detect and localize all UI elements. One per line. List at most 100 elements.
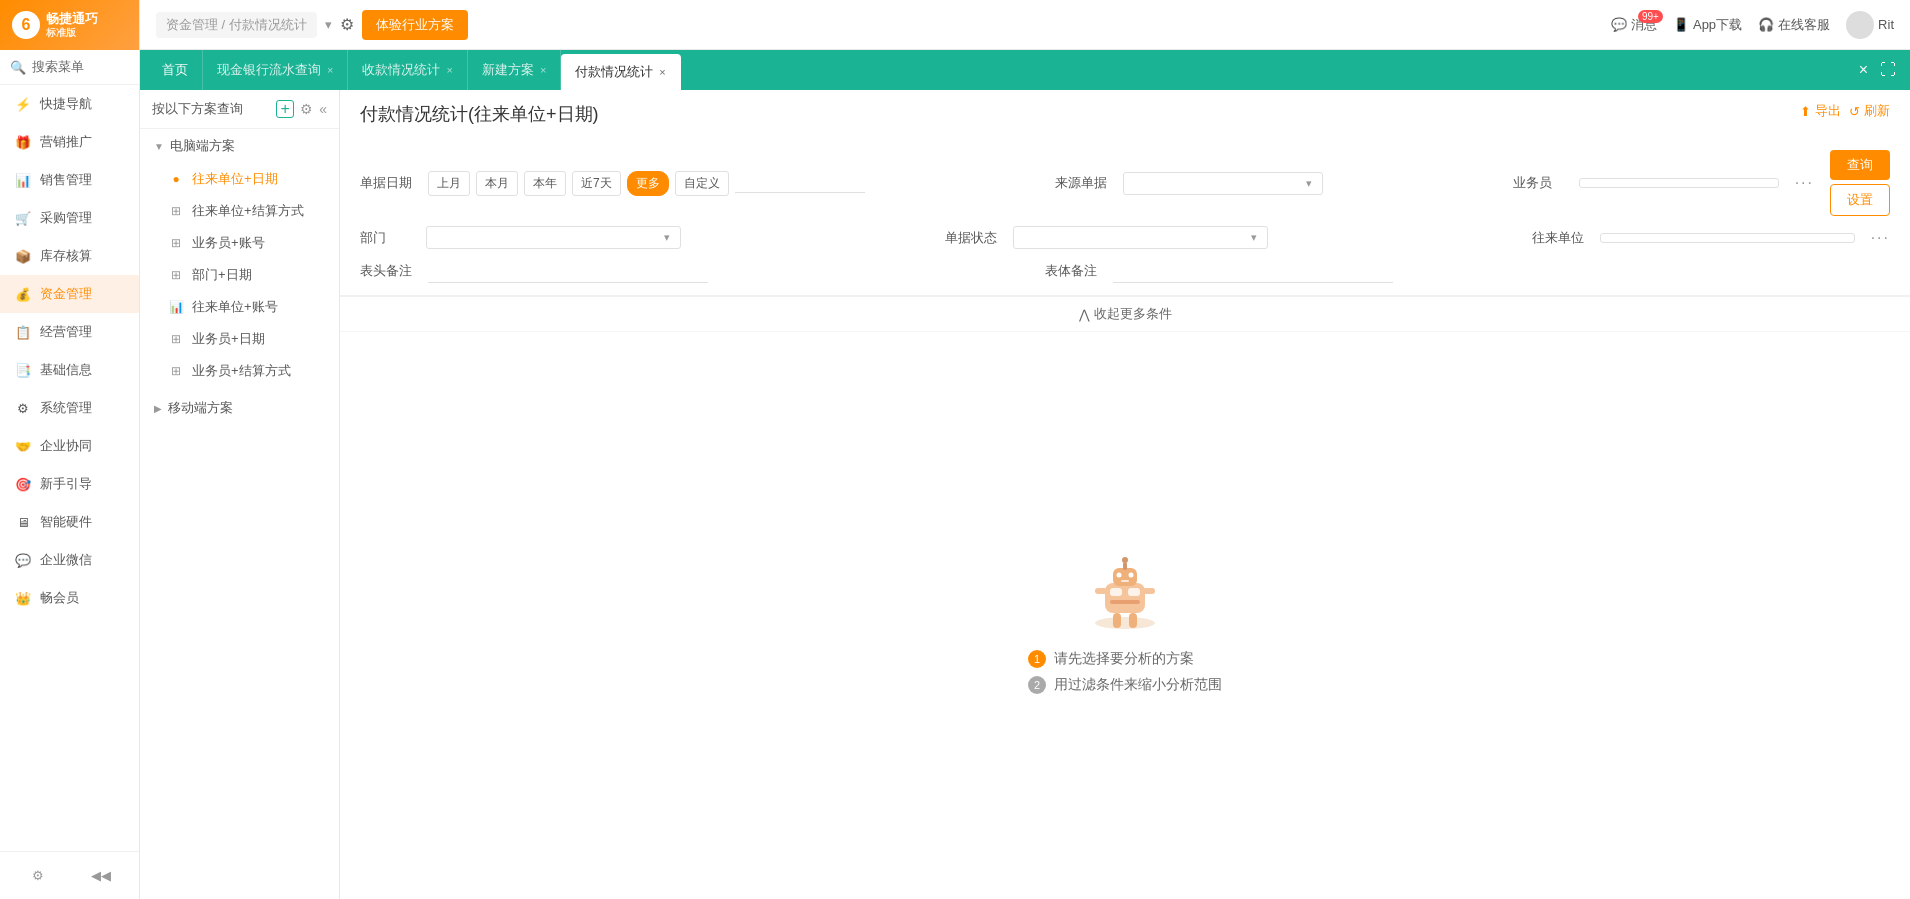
svg-rect-9 [1123, 562, 1127, 570]
scheme-item-counterpart-settle[interactable]: ⊞ 往来单位+结算方式 [140, 195, 339, 227]
page-header: 付款情况统计(往来单位+日期) ⬆ 导出 ↺ 刷新 [340, 90, 1910, 138]
search-icon: 🔍 [10, 60, 26, 75]
quicknav-icon: ⚡ [14, 95, 32, 113]
sidebar-collapse-btn[interactable]: ◀◀ [74, 862, 130, 889]
sidebar-item-label: 快捷导航 [40, 95, 92, 113]
topbar-dropdown-btn[interactable]: ▾ [325, 17, 332, 32]
tab-receipts-label: 收款情况统计 [362, 61, 440, 79]
date-custom-btn[interactable]: 自定义 [675, 171, 729, 196]
counterpart-more-btn[interactable]: ··· [1871, 229, 1890, 247]
logo-icon: 6 [12, 11, 40, 39]
date-last-month-btn[interactable]: 上月 [428, 171, 470, 196]
scheme-item-counterpart-date[interactable]: ● 往来单位+日期 [140, 163, 339, 195]
refresh-button[interactable]: ↺ 刷新 [1849, 102, 1890, 120]
sidebar-item-marketing[interactable]: 🎁 营销推广 [0, 123, 139, 161]
tab-receipts-close[interactable]: × [446, 64, 452, 76]
sidebar-item-system[interactable]: ⚙ 系统管理 [0, 389, 139, 427]
scheme-item-salesman-account[interactable]: ⊞ 业务员+账号 [140, 227, 339, 259]
page-title: 付款情况统计(往来单位+日期) [360, 102, 599, 126]
scheme-collapse-btn[interactable]: « [319, 101, 327, 117]
svg-rect-11 [1095, 588, 1107, 594]
collapse-more-btn[interactable]: ⋀ 收起更多条件 [340, 296, 1910, 331]
app-download-btn[interactable]: 📱 App下载 [1673, 16, 1742, 34]
tab-cashflow-close[interactable]: × [327, 64, 333, 76]
sidebar-item-company[interactable]: 🤝 企业协同 [0, 427, 139, 465]
body-note-input[interactable] [1113, 259, 1393, 283]
sidebar-item-basic[interactable]: 📑 基础信息 [0, 351, 139, 389]
scheme-item-dept-date[interactable]: ⊞ 部门+日期 [140, 259, 339, 291]
tab-payments[interactable]: 付款情况统计 × [561, 54, 680, 90]
service-btn[interactable]: 🎧 在线客服 [1758, 16, 1830, 34]
sidebar-settings-btn[interactable]: ⚙ [10, 862, 66, 889]
sidebar-item-weixin[interactable]: 💬 企业微信 [0, 541, 139, 579]
tab-cashflow[interactable]: 现金银行流水查询 × [203, 50, 348, 90]
salesman-more-btn[interactable]: ··· [1795, 174, 1814, 192]
sidebar-item-label: 销售管理 [40, 171, 92, 189]
tab-payments-close[interactable]: × [659, 66, 665, 78]
date-range-input[interactable]: 2022-01-01 至 2022-12-31 [735, 174, 865, 193]
doc-status-select[interactable]: ▾ [1013, 226, 1268, 249]
sidebar-item-quicknav[interactable]: ⚡ 快捷导航 [0, 85, 139, 123]
fund-icon: 💰 [14, 285, 32, 303]
source-label: 来源单据 [1055, 174, 1107, 192]
salesman-select[interactable] [1579, 178, 1779, 188]
date-this-year-btn[interactable]: 本年 [524, 171, 566, 196]
scheme-item-label: 业务员+结算方式 [192, 362, 291, 380]
scheme-add-btn[interactable]: + [276, 100, 294, 118]
tab-home[interactable]: 首页 [148, 50, 203, 90]
counterpart-select[interactable] [1600, 233, 1855, 243]
sidebar-item-sales[interactable]: 📊 销售管理 [0, 161, 139, 199]
tab-receipts[interactable]: 收款情况统计 × [348, 50, 467, 90]
sidebar-search-label: 搜索菜单 [32, 58, 84, 76]
message-icon: 💬 [1611, 17, 1627, 32]
doc-status-chevron-icon: ▾ [1251, 231, 1257, 244]
settings-button[interactable]: 设置 [1830, 184, 1890, 216]
tab-fullscreen-btn[interactable]: ⛶ [1874, 61, 1902, 79]
user-info[interactable]: Rit [1846, 11, 1894, 39]
scheme-item-salesman-date[interactable]: ⊞ 业务员+日期 [140, 323, 339, 355]
dept-select[interactable]: ▾ [426, 226, 681, 249]
sidebar-item-inventory[interactable]: 📦 库存核算 [0, 237, 139, 275]
scheme-item-salesman-settle[interactable]: ⊞ 业务员+结算方式 [140, 355, 339, 387]
date-more-btn[interactable]: 更多 [627, 171, 669, 196]
content-area: 按以下方案查询 + ⚙ « ▼ 电脑端方案 ● 往来单位+日期 [140, 90, 1910, 899]
filter-area: 付款情况统计(往来单位+日期) ⬆ 导出 ↺ 刷新 单据日期 [340, 90, 1910, 899]
scheme-group-desktop-title[interactable]: ▼ 电脑端方案 [140, 129, 339, 163]
header-note-input[interactable] [428, 259, 708, 283]
svg-rect-12 [1143, 588, 1155, 594]
topbar-left: 资金管理 / 付款情况统计 ▾ ⚙ 体验行业方案 [156, 10, 1599, 40]
scheme-settings-btn[interactable]: ⚙ [300, 101, 313, 117]
sidebar-search[interactable]: 🔍 搜索菜单 [0, 50, 139, 85]
sidebar-item-label: 营销推广 [40, 133, 92, 151]
sidebar-item-member[interactable]: 👑 畅会员 [0, 579, 139, 617]
scheme-panel-actions: + ⚙ « [276, 100, 327, 118]
topbar-gear-btn[interactable]: ⚙ [340, 15, 354, 34]
breadcrumb: 资金管理 / 付款情况统计 [156, 12, 317, 38]
scheme-item-label: 往来单位+结算方式 [192, 202, 304, 220]
sidebar-item-guide[interactable]: 🎯 新手引导 [0, 465, 139, 503]
sidebar-item-fund[interactable]: 💰 资金管理 [0, 275, 139, 313]
tab-cashflow-label: 现金银行流水查询 [217, 61, 321, 79]
scheme-group-mobile-title[interactable]: ▶ 移动端方案 [140, 391, 339, 425]
refresh-icon: ↺ [1849, 104, 1860, 119]
scheme-item-counterpart-account[interactable]: 📊 往来单位+账号 [140, 291, 339, 323]
query-button[interactable]: 查询 [1830, 150, 1890, 180]
export-button[interactable]: ⬆ 导出 [1800, 102, 1841, 120]
hint-text-2: 用过滤条件来缩小分析范围 [1054, 676, 1222, 694]
tab-new[interactable]: 新建方案 × [468, 50, 561, 90]
source-select[interactable]: ▾ [1123, 172, 1323, 195]
tab-new-close[interactable]: × [540, 64, 546, 76]
date-this-month-btn[interactable]: 本月 [476, 171, 518, 196]
date-7days-btn[interactable]: 近7天 [572, 171, 621, 196]
tab-close-all-btn[interactable]: × [1853, 61, 1874, 79]
topbar-right: 💬 消息 99+ 📱 App下载 🎧 在线客服 Rit [1611, 11, 1894, 39]
scheme-item-label: 业务员+日期 [192, 330, 265, 348]
smart-icon: 🖥 [14, 513, 32, 531]
sidebar-item-operation[interactable]: 📋 经营管理 [0, 313, 139, 351]
trial-button[interactable]: 体验行业方案 [362, 10, 468, 40]
purchase-icon: 🛒 [14, 209, 32, 227]
sidebar-item-purchase[interactable]: 🛒 采购管理 [0, 199, 139, 237]
message-btn[interactable]: 💬 消息 99+ [1611, 16, 1657, 34]
sidebar-item-smart[interactable]: 🖥 智能硬件 [0, 503, 139, 541]
collapse-chevron-icon: ⋀ [1079, 307, 1090, 322]
